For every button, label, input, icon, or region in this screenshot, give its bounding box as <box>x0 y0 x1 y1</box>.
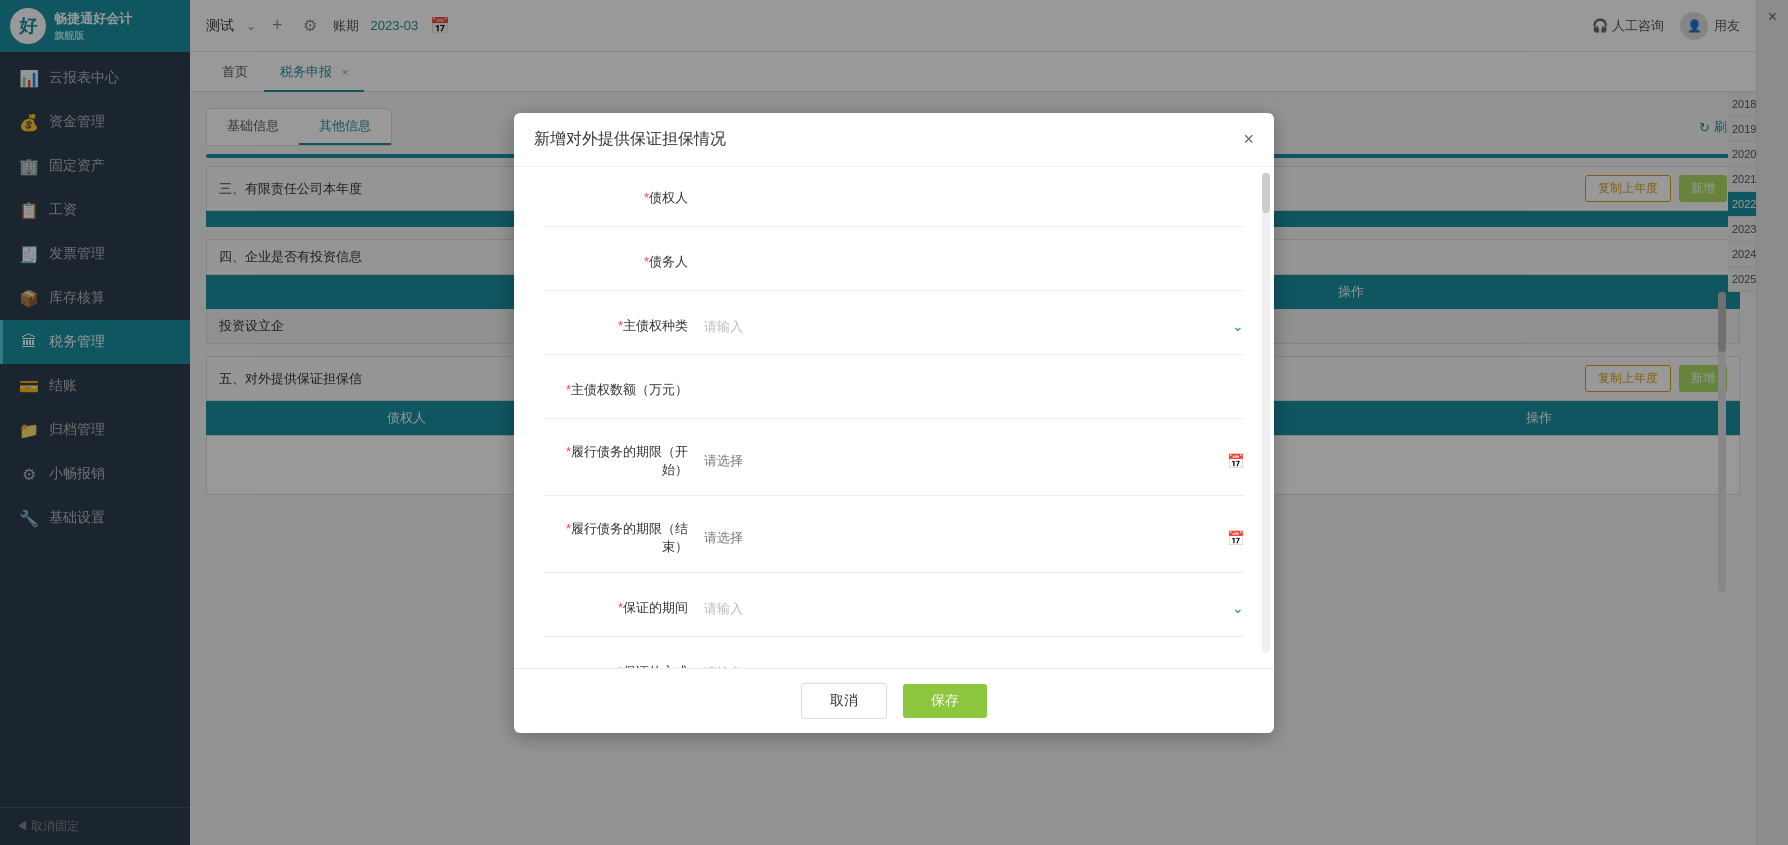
modal-footer: 取消 保存 <box>514 668 1274 733</box>
required-mark: * <box>566 444 571 459</box>
form-row-guarantee-method: *保证的方式 ⌄ <box>544 661 1244 668</box>
modal-header: 新增对外提供保证担保情况 × <box>514 113 1274 167</box>
required-mark: * <box>566 382 571 397</box>
date-duty-end-wrap: 📅 <box>704 526 1244 549</box>
input-guarantee-method[interactable] <box>704 661 1244 668</box>
modal-body: *债权人 *债务人 *主债权种类 ⌄ <box>514 167 1274 668</box>
label-creditor: *债权人 <box>544 189 704 207</box>
debt-type-dropdown-icon[interactable]: ⌄ <box>1232 318 1244 334</box>
select-guarantee-method-wrap: ⌄ <box>704 661 1244 668</box>
required-mark: * <box>618 600 623 615</box>
input-debt-type[interactable] <box>704 315 1244 338</box>
form-row-creditor: *债权人 <box>544 187 1244 227</box>
required-mark: * <box>644 190 649 205</box>
label-debt-type: *主债权种类 <box>544 317 704 335</box>
modal-scrollbar[interactable] <box>1262 173 1270 653</box>
duty-end-calendar-icon[interactable]: 📅 <box>1227 530 1244 546</box>
save-btn[interactable]: 保存 <box>903 684 987 718</box>
form-row-duty-end: *履行债务的期限（结束） 📅 <box>544 520 1244 573</box>
duty-start-calendar-icon[interactable]: 📅 <box>1227 453 1244 469</box>
date-duty-start-wrap: 📅 <box>704 449 1244 472</box>
label-guarantee-period: *保证的期间 <box>544 599 704 617</box>
guarantee-method-dropdown-icon[interactable]: ⌄ <box>1232 664 1244 668</box>
input-guarantee-period[interactable] <box>704 597 1244 620</box>
guarantee-period-dropdown-icon[interactable]: ⌄ <box>1232 600 1244 616</box>
label-duty-end: *履行债务的期限（结束） <box>544 520 704 556</box>
form-row-debt-amount: *主债权数额（万元） <box>544 379 1244 419</box>
form-row-guarantee-period: *保证的期间 ⌄ <box>544 597 1244 637</box>
form-row-debtor: *债务人 <box>544 251 1244 291</box>
input-debt-amount[interactable] <box>704 379 1244 402</box>
modal-scrollbar-thumb <box>1262 173 1270 213</box>
select-debt-type-wrap: ⌄ <box>704 315 1244 338</box>
label-debt-amount: *主债权数额（万元） <box>544 381 704 399</box>
input-debtor[interactable] <box>704 251 1244 274</box>
required-mark: * <box>644 254 649 269</box>
form-row-debt-type: *主债权种类 ⌄ <box>544 315 1244 355</box>
required-mark: * <box>566 521 571 536</box>
select-guarantee-period-wrap: ⌄ <box>704 597 1244 620</box>
form-row-duty-start: *履行债务的期限（开始） 📅 <box>544 443 1244 496</box>
label-debtor: *债务人 <box>544 253 704 271</box>
cancel-btn[interactable]: 取消 <box>801 683 887 719</box>
modal-backdrop: 新增对外提供保证担保情况 × *债权人 *债务人 * <box>0 0 1788 845</box>
input-duty-start[interactable] <box>704 449 1223 472</box>
input-creditor[interactable] <box>704 187 1244 210</box>
modal-dialog: 新增对外提供保证担保情况 × *债权人 *债务人 * <box>514 113 1274 733</box>
modal-close-btn[interactable]: × <box>1243 130 1254 148</box>
label-duty-start: *履行债务的期限（开始） <box>544 443 704 479</box>
modal-title: 新增对外提供保证担保情况 <box>534 129 726 150</box>
required-mark: * <box>618 318 623 333</box>
input-duty-end[interactable] <box>704 526 1223 549</box>
